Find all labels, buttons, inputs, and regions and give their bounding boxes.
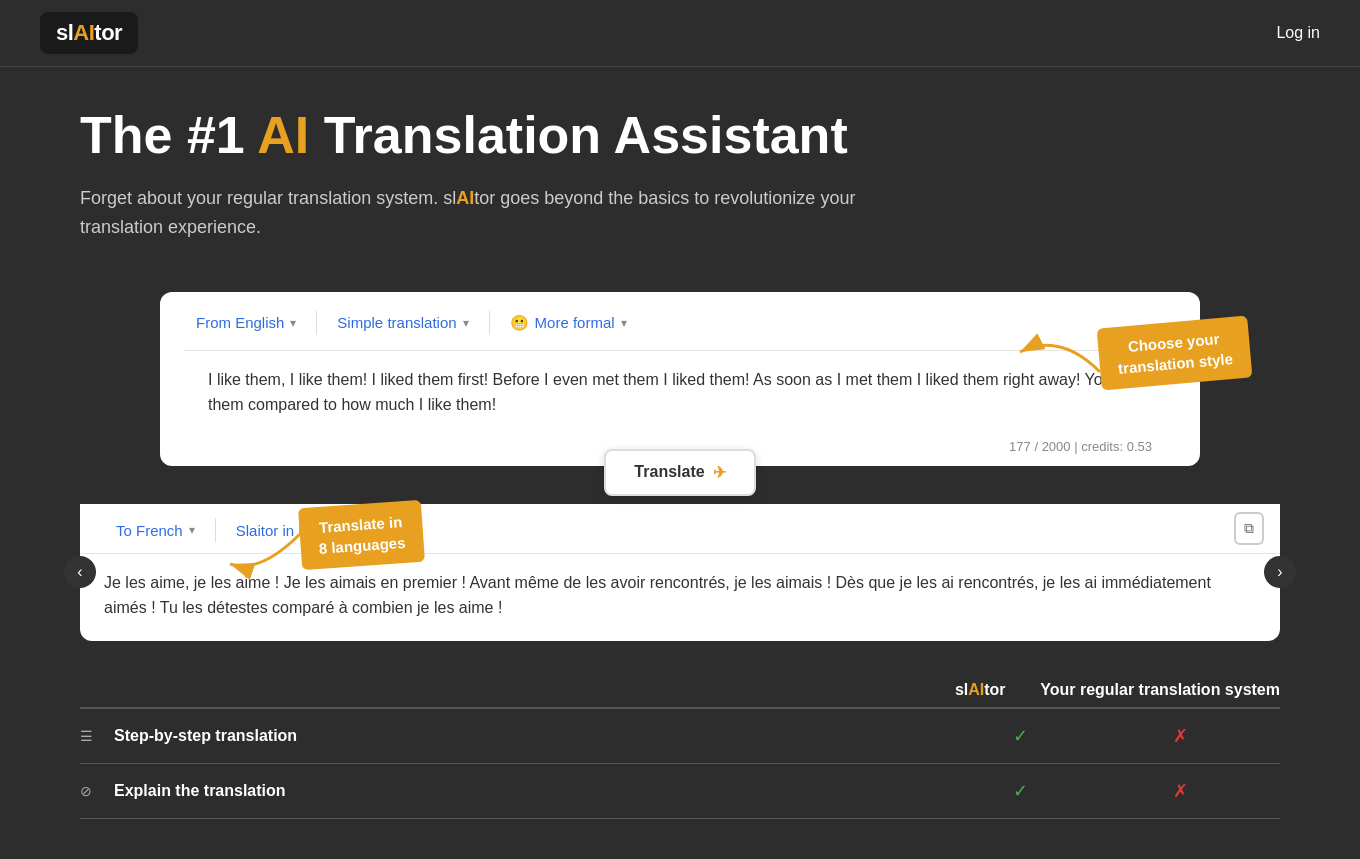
- formal-dropdown[interactable]: 😬 More formal ▾: [498, 308, 639, 338]
- hero-title: The #1 AI Translation Assistant: [80, 107, 1280, 164]
- divider: [316, 311, 317, 335]
- regular-check-cell: ✗: [1080, 725, 1280, 747]
- divider-3: [215, 518, 216, 542]
- style-dropdown[interactable]: Simple translation ▾: [325, 308, 480, 337]
- chevron-down-icon-2: ▾: [463, 316, 469, 330]
- formal-emoji: 😬: [510, 314, 529, 332]
- slaitor-check-cell: ✓: [960, 725, 1080, 747]
- logo-tor: tor: [94, 20, 122, 45]
- copy-button[interactable]: ⧉: [1234, 512, 1264, 545]
- chevron-down-icon-3: ▾: [621, 316, 627, 330]
- to-language-dropdown[interactable]: To French ▾: [104, 516, 207, 545]
- feature-row: ☰ Step-by-step translation ✓ ✗: [80, 709, 1280, 764]
- output-box: Translate in8 languages To French ▾ Slai…: [80, 504, 1280, 641]
- translate-button[interactable]: Translate ✈: [604, 449, 755, 496]
- feature-rows: ☰ Step-by-step translation ✓ ✗ ⊘ Explain…: [80, 709, 1280, 819]
- hero-section: The #1 AI Translation Assistant Forget a…: [0, 67, 1360, 292]
- send-icon: ✈: [713, 463, 726, 482]
- chevron-down-icon: ▾: [290, 316, 296, 330]
- feature-row-icon: ☰: [80, 728, 104, 744]
- feature-row-label: Step-by-step translation: [114, 727, 960, 745]
- logo-sl: sl: [56, 20, 73, 45]
- callout-choose-style: Choose yourtranslation style: [1099, 322, 1250, 384]
- col-regular-header: Your regular translation system: [1040, 681, 1280, 699]
- divider-2: [489, 311, 490, 335]
- cross-icon: ✗: [1173, 726, 1188, 746]
- col-slaitor-header: slAItor: [920, 681, 1040, 699]
- feature-row: ⊘ Explain the translation ✓ ✗: [80, 764, 1280, 819]
- translate-button-wrapper: Translate ✈: [80, 465, 1280, 512]
- comparison-header: slAItor Your regular translation system: [80, 681, 1280, 709]
- choose-style-callout-box: Choose yourtranslation style: [1097, 315, 1253, 390]
- to-language-label: To French: [116, 522, 183, 539]
- slaitor-check-cell: ✓: [960, 780, 1080, 802]
- callout-translate-langs: Translate in8 languages: [300, 504, 423, 566]
- cross-icon: ✗: [1173, 781, 1188, 801]
- login-button[interactable]: Log in: [1276, 24, 1320, 42]
- check-icon: ✓: [1013, 781, 1028, 801]
- feature-row-icon: ⊘: [80, 783, 104, 799]
- formal-label: More formal: [535, 314, 615, 331]
- logo: slAItor: [40, 12, 138, 54]
- hero-subtitle: Forget about your regular translation sy…: [80, 184, 860, 242]
- chevron-down-icon-4: ▾: [189, 523, 195, 537]
- style-label: Simple translation: [337, 314, 456, 331]
- from-language-label: From English: [196, 314, 284, 331]
- regular-check-cell: ✗: [1080, 780, 1280, 802]
- translate-langs-callout-box: Translate in8 languages: [298, 500, 425, 570]
- translator-container: Choose yourtranslation style From Englis…: [80, 292, 1280, 641]
- check-icon: ✓: [1013, 726, 1028, 746]
- carousel-prev-button[interactable]: ‹: [64, 556, 96, 588]
- from-language-dropdown[interactable]: From English ▾: [184, 308, 308, 337]
- comparison-section: slAItor Your regular translation system …: [80, 681, 1280, 819]
- carousel-next-button[interactable]: ›: [1264, 556, 1296, 588]
- copy-icon: ⧉: [1244, 520, 1254, 536]
- feature-row-label: Explain the translation: [114, 782, 960, 800]
- logo-ai: AI: [73, 20, 94, 45]
- header: slAItor Log in: [0, 0, 1360, 67]
